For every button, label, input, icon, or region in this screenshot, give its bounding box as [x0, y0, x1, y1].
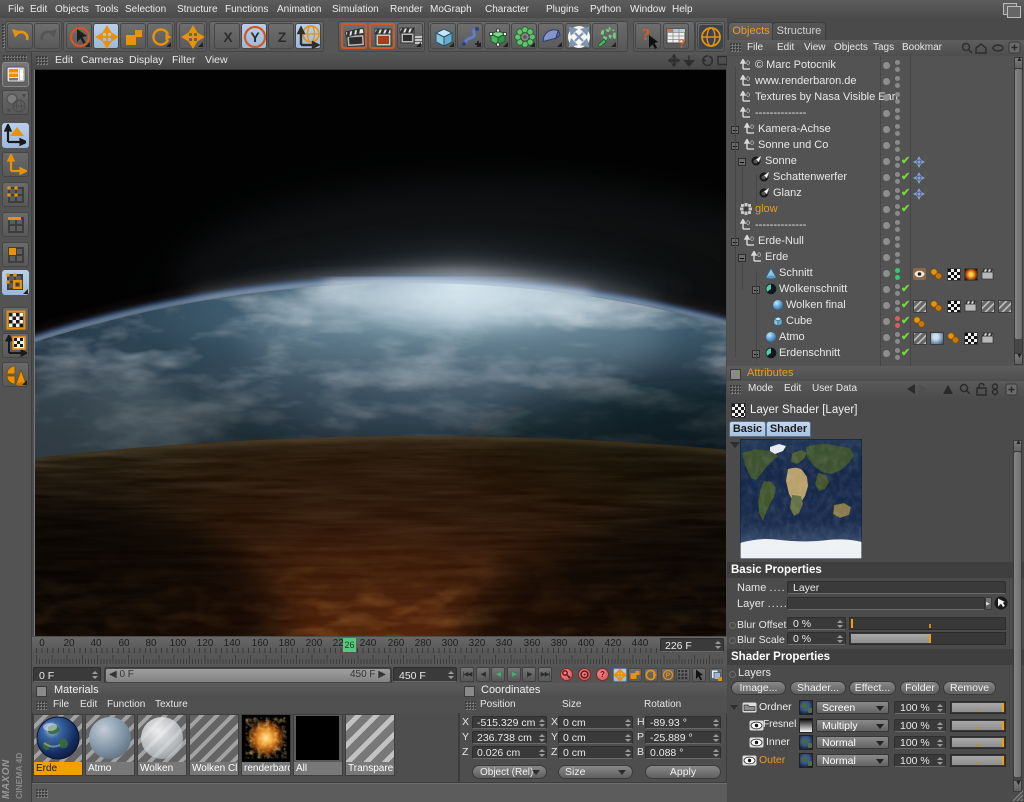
svg-text:0: 0 — [746, 92, 750, 99]
svg-text:?: ? — [679, 36, 686, 49]
svg-text:0: 0 — [746, 220, 750, 227]
svg-text:0: 0 — [757, 252, 761, 259]
svg-text:0: 0 — [750, 140, 754, 147]
svg-text:0: 0 — [750, 124, 754, 131]
svg-text:X: X — [223, 29, 233, 45]
svg-text:P: P — [666, 673, 671, 680]
svg-text:0: 0 — [746, 76, 750, 83]
svg-text:0: 0 — [746, 108, 750, 115]
svg-text:Y: Y — [250, 29, 260, 45]
svg-text:?: ? — [642, 25, 651, 44]
svg-text:0: 0 — [746, 60, 750, 67]
svg-text:0: 0 — [750, 236, 754, 243]
svg-text:Z: Z — [278, 29, 287, 45]
